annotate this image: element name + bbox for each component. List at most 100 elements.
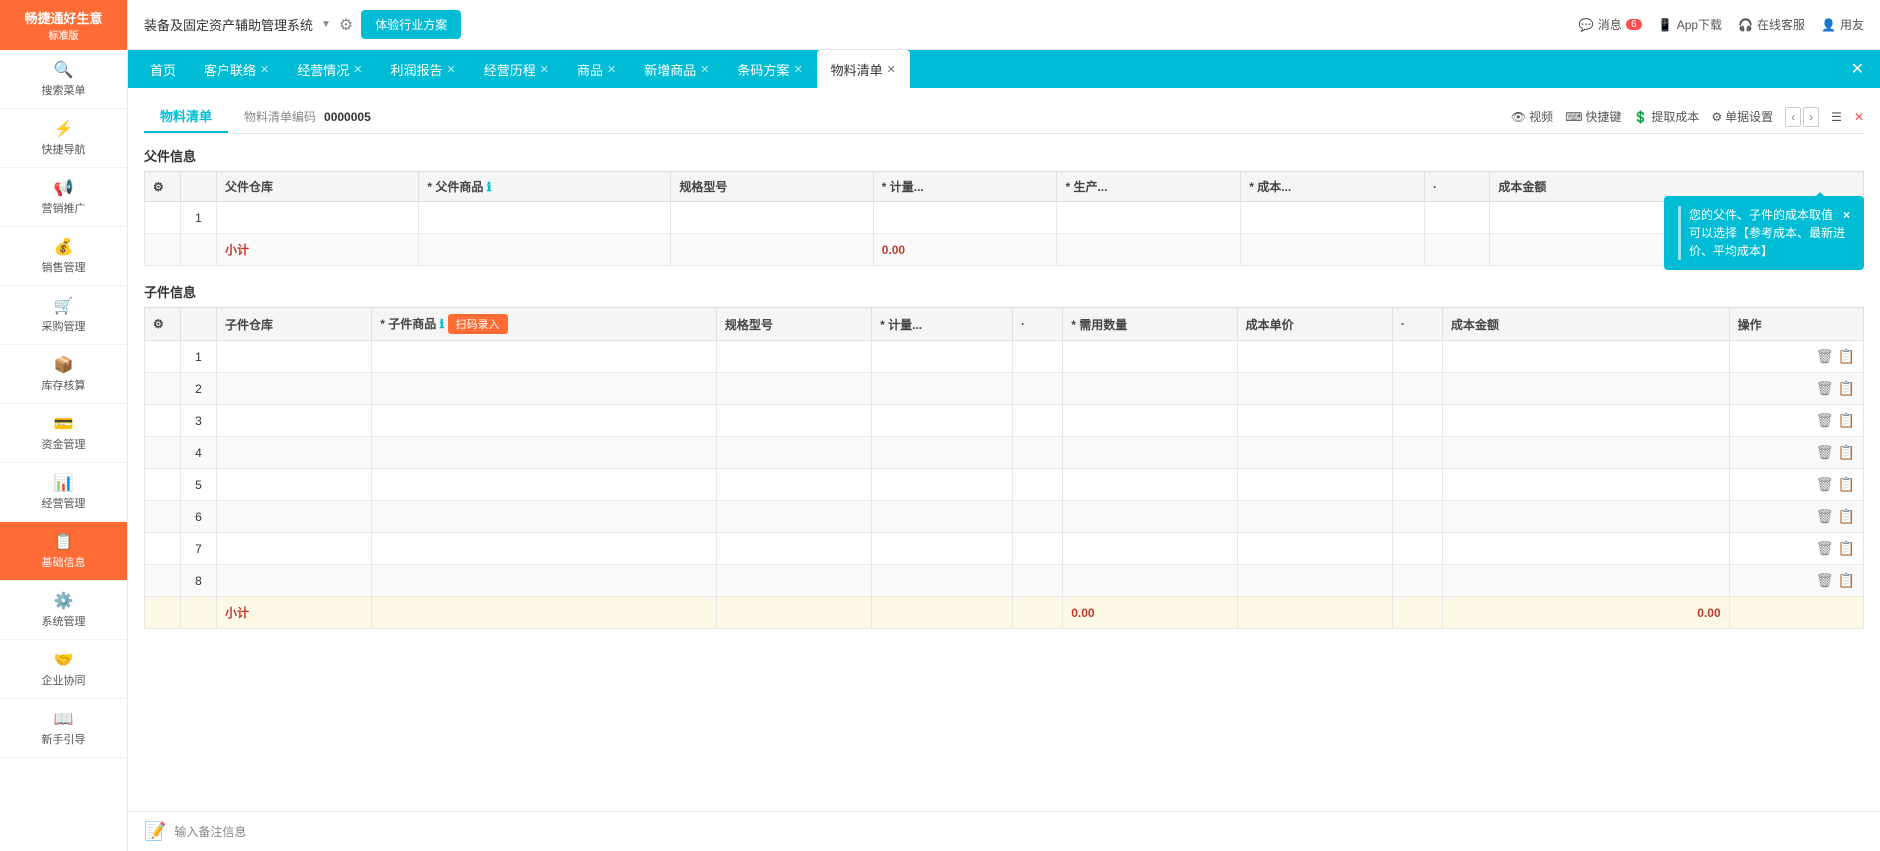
child-row-quantity-4[interactable] xyxy=(1063,437,1237,469)
parent-row-unit[interactable] xyxy=(873,202,1057,234)
nav-prev[interactable]: ‹ xyxy=(1785,107,1801,127)
nav-tab-ops_history[interactable]: 经营历程✕ xyxy=(470,50,563,88)
child-row-goods-8[interactable] xyxy=(372,565,717,597)
child-th-settings[interactable]: ⚙ xyxy=(145,308,181,341)
parent-row-cost[interactable] xyxy=(1241,202,1425,234)
copy-icon-8[interactable]: 📋 xyxy=(1838,572,1855,589)
dropdown-arrow-icon[interactable]: ▼ xyxy=(321,19,331,30)
nav-tab-customers[interactable]: 客户联络✕ xyxy=(190,50,283,88)
child-row-warehouse-7[interactable] xyxy=(217,533,372,565)
child-row-warehouse-2[interactable] xyxy=(217,373,372,405)
child-row-spec-4[interactable] xyxy=(716,437,871,469)
copy-icon-7[interactable]: 📋 xyxy=(1838,540,1855,557)
child-row-unit-price-3[interactable] xyxy=(1237,405,1392,437)
child-row-unit-price-7[interactable] xyxy=(1237,533,1392,565)
child-row-unit-3[interactable] xyxy=(872,405,1013,437)
app-download-item[interactable]: 📱 App下载 xyxy=(1658,16,1722,33)
child-row-spec-2[interactable] xyxy=(716,373,871,405)
try-button[interactable]: 体验行业方案 xyxy=(361,10,461,39)
copy-icon-5[interactable]: 📋 xyxy=(1838,476,1855,493)
cost-action[interactable]: 💲 提取成本 xyxy=(1633,108,1699,125)
nav-tab-close-customers[interactable]: ✕ xyxy=(260,63,269,76)
nav-next[interactable]: › xyxy=(1803,107,1819,127)
child-row-unit-price-4[interactable] xyxy=(1237,437,1392,469)
close-page-action[interactable]: ✕ xyxy=(1854,110,1864,124)
child-row-goods-6[interactable] xyxy=(372,501,717,533)
child-row-quantity-6[interactable] xyxy=(1063,501,1237,533)
nav-tab-home[interactable]: 首页 xyxy=(136,50,190,88)
child-row-quantity-8[interactable] xyxy=(1063,565,1237,597)
sidebar-item-search[interactable]: 🔍搜索菜单 xyxy=(0,50,127,109)
delete-icon-5[interactable]: 🗑 xyxy=(1816,476,1834,493)
user-item[interactable]: 👤 用友 xyxy=(1821,16,1864,33)
nav-tab-close-operations_status[interactable]: ✕ xyxy=(353,63,362,76)
nav-tab-close-new_goods[interactable]: ✕ xyxy=(700,63,709,76)
parent-row-spec[interactable] xyxy=(671,202,873,234)
child-row-unit-1[interactable] xyxy=(872,341,1013,373)
delete-icon-4[interactable]: 🗑 xyxy=(1816,444,1834,461)
child-row-quantity-2[interactable] xyxy=(1063,373,1237,405)
child-row-unit-8[interactable] xyxy=(872,565,1013,597)
child-row-goods-7[interactable] xyxy=(372,533,717,565)
shortcut-action[interactable]: ⌨ 快捷键 xyxy=(1565,108,1621,125)
child-row-warehouse-8[interactable] xyxy=(217,565,372,597)
child-row-spec-3[interactable] xyxy=(716,405,871,437)
nav-tab-profit_report[interactable]: 利润报告✕ xyxy=(376,50,469,88)
nav-close-all[interactable]: ✕ xyxy=(1843,59,1872,79)
child-row-spec-6[interactable] xyxy=(716,501,871,533)
nav-tab-goods[interactable]: 商品✕ xyxy=(563,50,630,88)
nav-tab-bom[interactable]: 物料清单✕ xyxy=(817,50,910,88)
child-row-warehouse-1[interactable] xyxy=(217,341,372,373)
parent-row-goods[interactable] xyxy=(419,202,671,234)
delete-icon-7[interactable]: 🗑 xyxy=(1816,540,1834,557)
online-service-item[interactable]: 🎧 在线客服 xyxy=(1738,16,1805,33)
sidebar-item-quicknav[interactable]: ⚡快捷导航 xyxy=(0,109,127,168)
child-row-warehouse-5[interactable] xyxy=(217,469,372,501)
child-row-spec-5[interactable] xyxy=(716,469,871,501)
child-row-goods-1[interactable] xyxy=(372,341,717,373)
parent-th-settings[interactable]: ⚙ xyxy=(145,172,181,202)
child-row-unit-price-6[interactable] xyxy=(1237,501,1392,533)
child-row-goods-5[interactable] xyxy=(372,469,717,501)
copy-icon-4[interactable]: 📋 xyxy=(1838,444,1855,461)
child-row-goods-4[interactable] xyxy=(372,437,717,469)
delete-icon-8[interactable]: 🗑 xyxy=(1816,572,1834,589)
child-row-unit-price-8[interactable] xyxy=(1237,565,1392,597)
sidebar-item-coop[interactable]: 🤝企业协同 xyxy=(0,640,127,699)
child-row-spec-7[interactable] xyxy=(716,533,871,565)
sub-tab-bom-list[interactable]: 物料清单 xyxy=(144,100,228,133)
sidebar-item-finance[interactable]: 💳资金管理 xyxy=(0,404,127,463)
child-row-quantity-3[interactable] xyxy=(1063,405,1237,437)
settings-icon[interactable]: ⚙ xyxy=(339,15,353,35)
nav-tab-close-profit_report[interactable]: ✕ xyxy=(447,63,456,76)
sidebar-item-inventory[interactable]: 📦库存核算 xyxy=(0,345,127,404)
child-row-warehouse-4[interactable] xyxy=(217,437,372,469)
child-row-unit-2[interactable] xyxy=(872,373,1013,405)
view-action[interactable]: 👁 视频 xyxy=(1511,108,1553,125)
delete-icon-2[interactable]: 🗑 xyxy=(1816,380,1834,397)
child-row-quantity-5[interactable] xyxy=(1063,469,1237,501)
child-row-unit-7[interactable] xyxy=(872,533,1013,565)
menu-action[interactable]: ☰ xyxy=(1831,110,1842,124)
sidebar-item-guide[interactable]: 📖新手引导 xyxy=(0,699,127,758)
copy-icon-3[interactable]: 📋 xyxy=(1838,412,1855,429)
delete-icon-1[interactable]: 🗑 xyxy=(1816,348,1834,365)
child-row-goods-3[interactable] xyxy=(372,405,717,437)
child-row-unit-6[interactable] xyxy=(872,501,1013,533)
child-row-goods-2[interactable] xyxy=(372,373,717,405)
parent-row-production[interactable] xyxy=(1057,202,1241,234)
nav-tab-barcode[interactable]: 条码方案✕ xyxy=(723,50,816,88)
child-row-quantity-7[interactable] xyxy=(1063,533,1237,565)
sidebar-item-purchase[interactable]: 🛒采购管理 xyxy=(0,286,127,345)
copy-icon-2[interactable]: 📋 xyxy=(1838,380,1855,397)
child-row-warehouse-3[interactable] xyxy=(217,405,372,437)
child-row-unit-4[interactable] xyxy=(872,437,1013,469)
nav-tab-close-barcode[interactable]: ✕ xyxy=(793,63,802,76)
parent-row-warehouse[interactable] xyxy=(217,202,419,234)
nav-tab-close-goods[interactable]: ✕ xyxy=(607,63,616,76)
single-settings-action[interactable]: ⚙ 单据设置 xyxy=(1711,108,1773,125)
child-row-unit-price-2[interactable] xyxy=(1237,373,1392,405)
delete-icon-6[interactable]: 🗑 xyxy=(1816,508,1834,525)
nav-tab-close-ops_history[interactable]: ✕ xyxy=(540,63,549,76)
child-row-unit-5[interactable] xyxy=(872,469,1013,501)
